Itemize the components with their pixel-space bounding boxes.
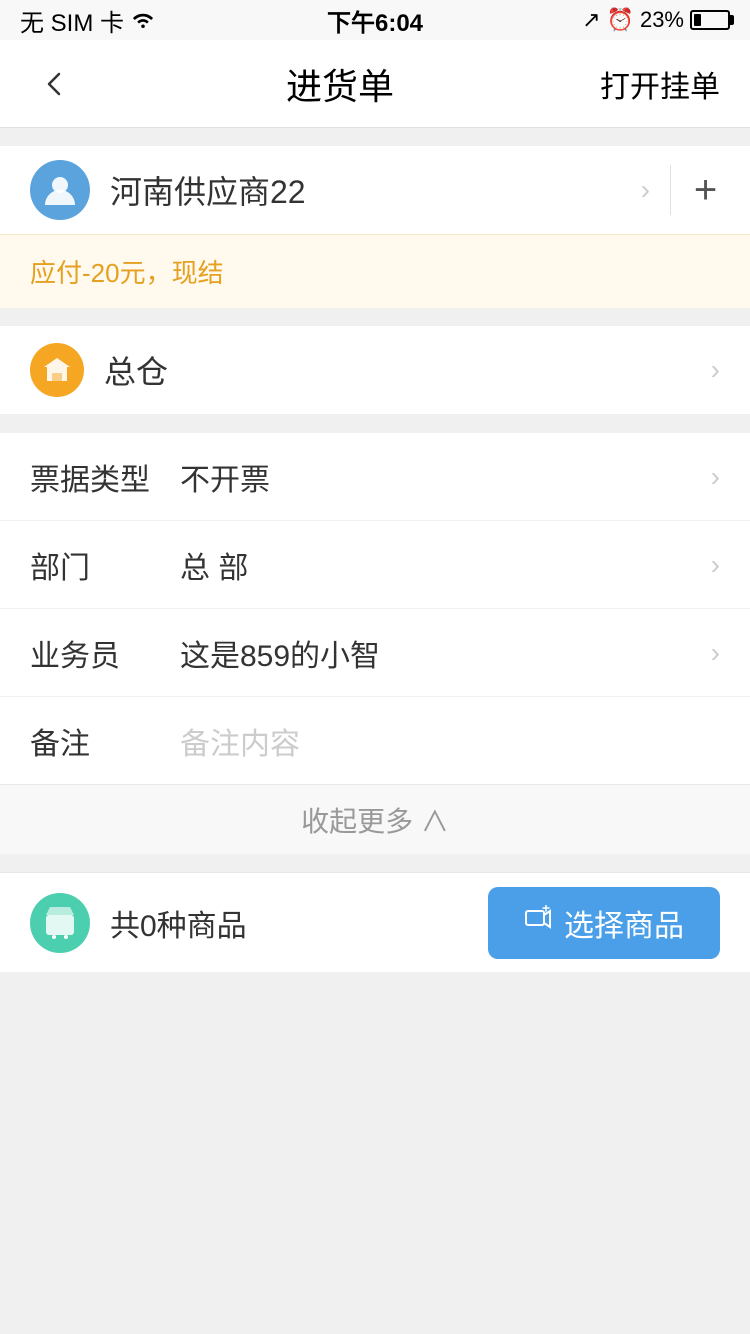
- salesman-chevron-icon: ›: [711, 637, 720, 669]
- supplier-avatar: [30, 160, 90, 220]
- select-product-icon: [524, 905, 552, 940]
- battery-percent: 23%: [640, 7, 684, 33]
- salesman-row[interactable]: 业务员 这是859的小智 ›: [0, 608, 750, 696]
- select-product-button[interactable]: 选择商品: [488, 887, 720, 959]
- product-count: 共0种商品: [110, 901, 468, 945]
- invoice-label: 票据类型: [30, 455, 160, 499]
- warehouse-chevron-icon: ›: [711, 354, 720, 386]
- bottom-area: [0, 972, 750, 1272]
- department-label: 部门: [30, 543, 160, 587]
- remark-label: 备注: [30, 719, 160, 763]
- product-icon-wrap: [30, 893, 90, 953]
- department-value: 总 部: [160, 543, 711, 587]
- alarm-icon: ⏰: [607, 7, 634, 33]
- supplier-name: 河南供应商22: [110, 167, 641, 213]
- supplier-chevron-icon: ›: [641, 174, 650, 206]
- status-indicators: ↗ ⏰ 23%: [582, 7, 730, 33]
- battery-icon: [690, 10, 730, 30]
- remark-value[interactable]: 备注内容: [160, 719, 720, 763]
- divider-4: [0, 854, 750, 872]
- warehouse-icon-wrap: [30, 343, 84, 397]
- select-btn-text: 选择商品: [564, 901, 684, 945]
- invoice-row[interactable]: 票据类型 不开票 ›: [0, 432, 750, 520]
- carrier-info: 无 SIM 卡: [20, 3, 154, 38]
- collapse-row[interactable]: 收起更多 ∧: [0, 784, 750, 854]
- back-button[interactable]: [30, 59, 80, 109]
- warehouse-icon: [42, 355, 72, 385]
- salesman-value: 这是859的小智: [160, 631, 711, 675]
- department-row[interactable]: 部门 总 部 ›: [0, 520, 750, 608]
- wifi-icon: [132, 12, 154, 28]
- notice-row: 应付-20元，现结: [0, 234, 750, 308]
- warehouse-name: 总仓: [104, 347, 711, 393]
- page-title: 进货单: [286, 58, 394, 110]
- carrier-text: 无 SIM 卡: [20, 3, 124, 38]
- divider-1: [0, 128, 750, 146]
- avatar-icon: [41, 171, 79, 209]
- cart-icon: [42, 905, 78, 941]
- location-icon: ↗: [582, 7, 600, 33]
- supplier-section: 河南供应商22 › +: [0, 146, 750, 234]
- department-chevron-icon: ›: [711, 549, 720, 581]
- collapse-text: 收起更多 ∧: [301, 800, 449, 840]
- bottom-bar: 共0种商品 选择商品: [0, 872, 750, 972]
- back-icon: [41, 70, 69, 98]
- add-supplier-button[interactable]: +: [670, 165, 720, 215]
- divider-2: [0, 308, 750, 326]
- nav-bar: 进货单 打开挂单: [0, 40, 750, 128]
- form-section: 票据类型 不开票 › 部门 总 部 › 业务员 这是859的小智 › 备注 备注…: [0, 432, 750, 784]
- notice-text: 应付-20元，现结: [30, 258, 224, 288]
- warehouse-row[interactable]: 总仓 ›: [30, 326, 720, 414]
- invoice-chevron-icon: ›: [711, 461, 720, 493]
- remark-row[interactable]: 备注 备注内容: [0, 696, 750, 784]
- status-time: 下午6:04: [327, 3, 423, 38]
- supplier-row[interactable]: 河南供应商22 › +: [30, 146, 720, 234]
- salesman-label: 业务员: [30, 631, 160, 675]
- divider-3: [0, 414, 750, 432]
- open-pending-button[interactable]: 打开挂单: [600, 62, 720, 106]
- status-bar: 无 SIM 卡 下午6:04 ↗ ⏰ 23%: [0, 0, 750, 40]
- invoice-value: 不开票: [160, 455, 711, 499]
- warehouse-section: 总仓 ›: [0, 326, 750, 414]
- plus-icon: +: [694, 168, 717, 213]
